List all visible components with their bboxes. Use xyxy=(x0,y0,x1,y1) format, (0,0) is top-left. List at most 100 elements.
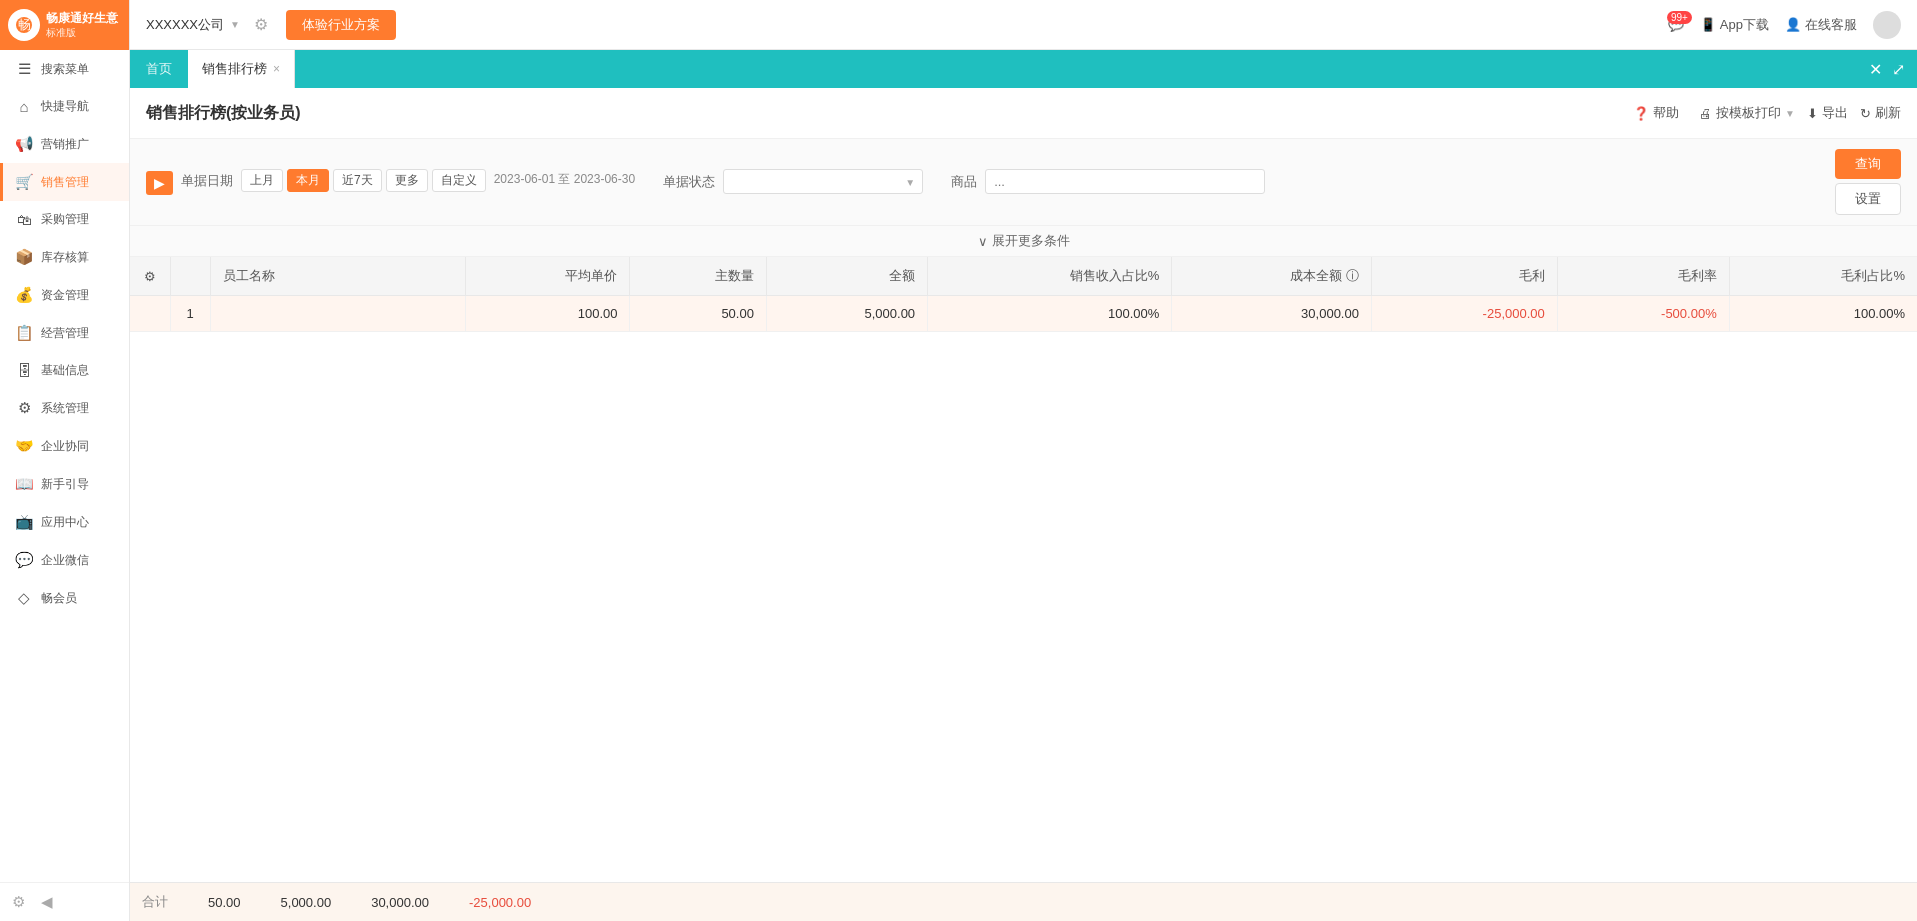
tabbar-right: ✕ ⤢ xyxy=(1869,60,1917,79)
col-sales-pct-header: 销售收入占比% xyxy=(928,257,1172,296)
sidebar-item-system[interactable]: ⚙ 系统管理 xyxy=(0,389,129,427)
operation-icon: 📋 xyxy=(15,324,33,342)
col-no-header xyxy=(170,257,210,296)
footer-amount: 5,000.00 xyxy=(281,895,332,910)
sidebar-item-marketing[interactable]: 📢 营销推广 xyxy=(0,125,129,163)
finance-icon: 💰 xyxy=(15,286,33,304)
sidebar-item-operation[interactable]: 📋 经营管理 xyxy=(0,314,129,352)
footer-qty: 50.00 xyxy=(208,895,241,910)
date-btn-7days[interactable]: 近7天 xyxy=(333,169,382,192)
sidebar-item-shortcuts[interactable]: ⌂ 快捷导航 xyxy=(0,88,129,125)
sidebar-bottom: ⚙ ◀ xyxy=(0,882,129,921)
tab-close-icon[interactable]: × xyxy=(273,62,280,76)
row-profit-rate-cell: -500.00% xyxy=(1557,296,1729,332)
filter-bar: ▶ 单据日期 上月 本月 近7天 更多 自定义 2 xyxy=(130,139,1917,226)
footer-profit: -25,000.00 xyxy=(469,895,531,910)
date-btn-more[interactable]: 更多 xyxy=(386,169,428,192)
sidebar-item-guide[interactable]: 📖 新手引导 xyxy=(0,465,129,503)
refresh-button[interactable]: ↻ 刷新 xyxy=(1860,104,1901,122)
online-service-btn[interactable]: 👤 在线客服 xyxy=(1785,16,1857,34)
row-amount-cell: 5,000.00 xyxy=(766,296,927,332)
sidebar-item-finance[interactable]: 💰 资金管理 xyxy=(0,276,129,314)
topbar-right: 💬 99+ 📱 App下载 👤 在线客服 xyxy=(1668,11,1901,39)
message-icon-btn[interactable]: 💬 99+ xyxy=(1668,17,1684,32)
logo-icon: 畅 xyxy=(8,9,40,41)
marketing-icon: 📢 xyxy=(15,135,33,153)
collapse-icon[interactable]: ◀ xyxy=(41,893,53,911)
content-area: 销售排行榜(按业务员) ❓ 帮助 🖨 按模板打印 ▼ ⬇ 导出 xyxy=(130,88,1917,921)
col-profit-pct-header: 毛利占比% xyxy=(1729,257,1917,296)
column-setting-icon[interactable]: ⚙ xyxy=(144,269,156,284)
member-icon: ◇ xyxy=(15,589,33,607)
company-select[interactable]: XXXXXX公司 ▼ xyxy=(146,16,240,34)
sidebar-logo: 畅 畅康通好生意 标准版 xyxy=(0,0,129,50)
date-btn-custom[interactable]: 自定义 xyxy=(432,169,486,192)
filter-actions: 查询 设置 xyxy=(1835,149,1901,215)
date-range-display: 2023-06-01 至 2023-06-30 xyxy=(494,171,635,188)
row-profit-cell: -25,000.00 xyxy=(1371,296,1557,332)
sidebar-item-search[interactable]: ☰ 搜索菜单 xyxy=(0,50,129,88)
settings-bottom-icon[interactable]: ⚙ xyxy=(12,893,25,911)
goods-filter-group: 商品 xyxy=(951,169,1265,194)
sidebar-item-corp[interactable]: 🤝 企业协同 xyxy=(0,427,129,465)
sidebar-item-purchase[interactable]: 🛍 采购管理 xyxy=(0,201,129,238)
row-profit-pct-cell: 100.00% xyxy=(1729,296,1917,332)
status-select[interactable] xyxy=(723,169,923,194)
date-btn-last-month[interactable]: 上月 xyxy=(241,169,283,192)
home-icon: ⌂ xyxy=(15,98,33,115)
print-chevron-icon: ▼ xyxy=(1785,108,1795,119)
tabbar: 首页 销售排行榜 × ✕ ⤢ xyxy=(130,50,1917,88)
page-title: 销售排行榜(按业务员) xyxy=(146,103,301,124)
sidebar-item-inventory[interactable]: 📦 库存核算 xyxy=(0,238,129,276)
tab-expand-icon[interactable]: ⤢ xyxy=(1892,60,1905,79)
message-badge: 99+ xyxy=(1667,11,1692,24)
set-button[interactable]: 设置 xyxy=(1835,183,1901,215)
purchase-icon: 🛍 xyxy=(15,211,33,228)
tab-home[interactable]: 首页 xyxy=(130,50,188,88)
row-setting-cell xyxy=(130,296,170,332)
company-chevron-icon: ▼ xyxy=(230,19,240,30)
expand-more-bar[interactable]: ∨ 展开更多条件 xyxy=(130,226,1917,257)
col-qty-header: 主数量 xyxy=(630,257,766,296)
sidebar-item-basic[interactable]: 🗄 基础信息 xyxy=(0,352,129,389)
status-select-wrapper xyxy=(723,169,923,194)
data-table-wrapper: ⚙ 员工名称 平均单价 主数量 全额 销售收入占比% 成本全额 ⓘ 毛利 毛利率… xyxy=(130,257,1917,882)
status-filter-label: 单据状态 xyxy=(663,173,715,191)
refresh-icon: ↻ xyxy=(1860,106,1871,121)
goods-input[interactable] xyxy=(985,169,1265,194)
col-amount-header: 全额 xyxy=(766,257,927,296)
tab-sales-ranking[interactable]: 销售排行榜 × xyxy=(188,50,295,88)
expand-down-icon: ∨ xyxy=(978,234,988,249)
col-name-header: 员工名称 xyxy=(210,257,466,296)
app-download-btn[interactable]: 📱 App下载 xyxy=(1700,16,1769,34)
user-avatar[interactable] xyxy=(1873,11,1901,39)
sidebar-item-member[interactable]: ◇ 畅会员 xyxy=(0,579,129,617)
main-area: XXXXXX公司 ▼ ⚙ 体验行业方案 💬 99+ 📱 App下载 👤 在线客服… xyxy=(130,0,1917,921)
corp-icon: 🤝 xyxy=(15,437,33,455)
company-name: XXXXXX公司 xyxy=(146,16,224,34)
sidebar-item-apps[interactable]: 📺 应用中心 xyxy=(0,503,129,541)
guide-icon: 📖 xyxy=(15,475,33,493)
row-cost-cell: 30,000.00 xyxy=(1172,296,1372,332)
inventory-icon: 📦 xyxy=(15,248,33,266)
trial-button[interactable]: 体验行业方案 xyxy=(286,10,396,40)
table-row: 1 100.00 50.00 5,000.00 100.00% 30,000.0… xyxy=(130,296,1917,332)
export-button[interactable]: ⬇ 导出 xyxy=(1807,104,1848,122)
data-table: ⚙ 员工名称 平均单价 主数量 全额 销售收入占比% 成本全额 ⓘ 毛利 毛利率… xyxy=(130,257,1917,332)
print-dropdown[interactable]: 🖨 按模板打印 ▼ xyxy=(1699,104,1795,122)
topbar-gear-icon[interactable]: ⚙ xyxy=(254,15,268,34)
col-avg-price-header: 平均单价 xyxy=(466,257,630,296)
sidebar-item-wechat[interactable]: 💬 企业微信 xyxy=(0,541,129,579)
logo-text: 畅康通好生意 标准版 xyxy=(46,11,118,40)
page-actions: ❓ 帮助 🖨 按模板打印 ▼ ⬇ 导出 ↻ 刷新 xyxy=(1625,100,1901,126)
goods-filter-label: 商品 xyxy=(951,173,977,191)
tab-close-all-icon[interactable]: ✕ xyxy=(1869,60,1882,79)
sidebar: 畅 畅康通好生意 标准版 ☰ 搜索菜单 ⌂ 快捷导航 📢 营销推广 🛒 销售管理… xyxy=(0,0,130,921)
sidebar-item-sales[interactable]: 🛒 销售管理 xyxy=(0,163,129,201)
date-btn-this-month[interactable]: 本月 xyxy=(287,169,329,192)
filter-toggle-icon[interactable]: ▶ xyxy=(146,171,173,195)
query-button[interactable]: 查询 xyxy=(1835,149,1901,179)
topbar: XXXXXX公司 ▼ ⚙ 体验行业方案 💬 99+ 📱 App下载 👤 在线客服 xyxy=(130,0,1917,50)
help-button[interactable]: ❓ 帮助 xyxy=(1625,100,1687,126)
table-footer: 合计 50.00 5,000.00 30,000.00 -25,000.00 xyxy=(130,882,1917,921)
